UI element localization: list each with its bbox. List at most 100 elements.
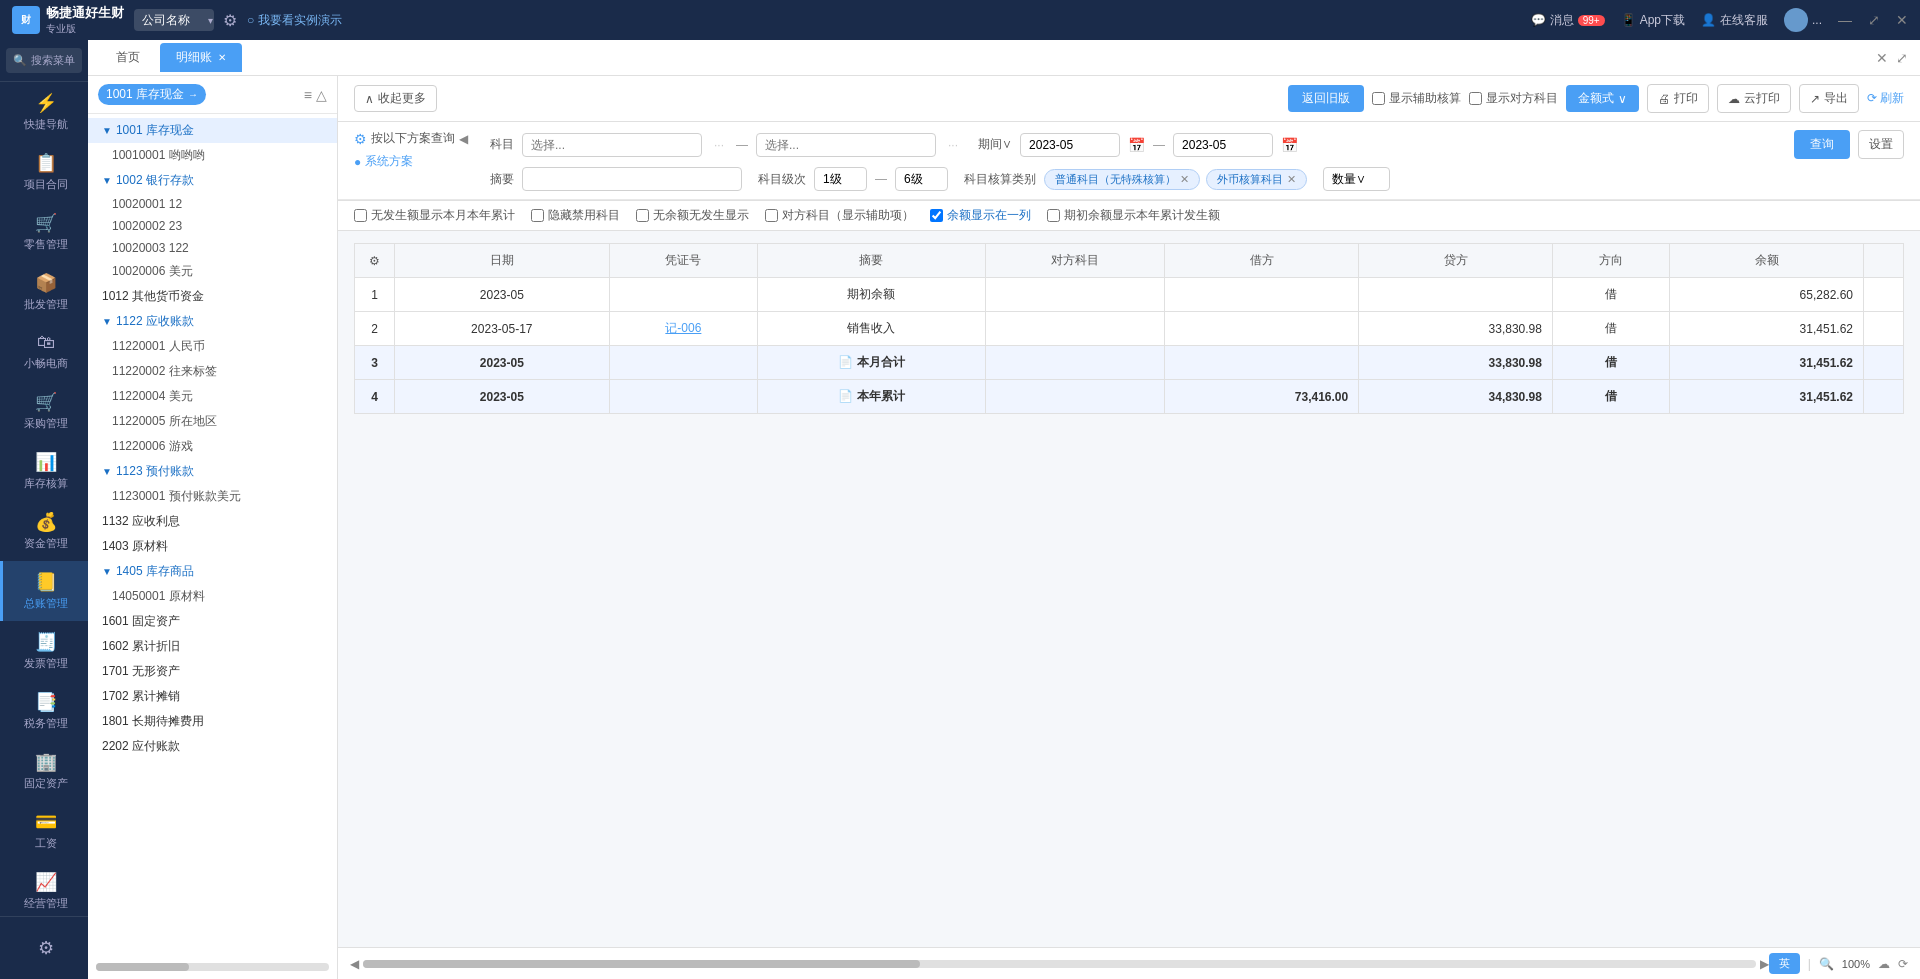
refresh-button[interactable]: ⟳ 刷新 xyxy=(1867,90,1904,107)
sidebar-item-invoice[interactable]: 🧾 发票管理 xyxy=(0,621,88,681)
subject-start-input[interactable] xyxy=(522,133,702,157)
sidebar-item-purchase[interactable]: 🛒 采购管理 xyxy=(0,381,88,441)
show-contra-checkbox[interactable] xyxy=(1469,92,1482,105)
tree-item-1403[interactable]: 1403 原材料 xyxy=(88,534,337,559)
tree-item-14050001[interactable]: 14050001 原材料 xyxy=(88,584,337,609)
sidebar-item-operations[interactable]: 📈 经营管理 xyxy=(0,861,88,916)
company-selector[interactable]: 公司名称 xyxy=(134,9,214,31)
tree-item-1601[interactable]: 1601 固定资产 xyxy=(88,609,337,634)
hide-disabled-checkbox[interactable] xyxy=(531,209,544,222)
global-settings-icon[interactable]: ⚙ xyxy=(223,11,237,30)
filter-tag-foreign-close[interactable]: ✕ xyxy=(1287,173,1296,186)
tree-item-1001[interactable]: ▼1001 库存现金 xyxy=(88,118,337,143)
scroll-right-icon[interactable]: ▶ xyxy=(1760,957,1769,971)
demo-link[interactable]: ○ 我要看实例演示 xyxy=(247,12,342,29)
subject-end-input[interactable] xyxy=(756,133,936,157)
tree-item-10020006[interactable]: 10020006 美元 xyxy=(88,259,337,284)
user-area[interactable]: ... xyxy=(1784,8,1822,32)
tree-item-10020001[interactable]: 10020001 12 xyxy=(88,193,337,215)
tree-item-1012[interactable]: 1012 其他货币资金 xyxy=(88,284,337,309)
tree-item-2202[interactable]: 2202 应付账款 xyxy=(88,734,337,759)
message-action[interactable]: 💬 消息 99+ xyxy=(1531,12,1605,29)
option-balance-one-col[interactable]: 余额显示在一列 xyxy=(930,207,1031,224)
cloud-icon[interactable]: ☁ xyxy=(1878,957,1890,971)
online-service-action[interactable]: 👤 在线客服 xyxy=(1701,12,1768,29)
currency-mode-button[interactable]: 金额式 ∨ xyxy=(1566,85,1639,112)
scrollbar-thumb[interactable] xyxy=(363,960,920,968)
tree-expand-button[interactable]: △ xyxy=(316,87,327,103)
window-maximize-button[interactable]: ⤢ xyxy=(1868,12,1880,28)
sidebar-item-project[interactable]: 📋 项目合同 xyxy=(0,142,88,202)
col-settings-header[interactable]: ⚙ xyxy=(355,244,395,278)
option-period-opening[interactable]: 期初余额显示本年累计发生额 xyxy=(1047,207,1220,224)
tab-bar-close-button[interactable]: ✕ xyxy=(1876,50,1888,66)
quantity-select[interactable]: 数量∨ xyxy=(1323,167,1390,191)
tree-item-1002[interactable]: ▼1002 银行存款 xyxy=(88,168,337,193)
filter-tag-normal-close[interactable]: ✕ xyxy=(1180,173,1189,186)
tab-ledger[interactable]: 明细账 ✕ xyxy=(160,43,242,72)
sidebar-item-wholesale[interactable]: 📦 批发管理 xyxy=(0,262,88,322)
tree-item-10010001[interactable]: 10010001 哟哟哟 xyxy=(88,143,337,168)
sidebar-item-salary[interactable]: 💳 工资 xyxy=(0,801,88,861)
account-badge[interactable]: 1001 库存现金 → xyxy=(98,84,206,105)
sidebar-item-retail[interactable]: 🛒 零售管理 xyxy=(0,202,88,262)
tree-item-1405[interactable]: ▼1405 库存商品 xyxy=(88,559,337,584)
app-download-action[interactable]: 📱 App下载 xyxy=(1621,12,1685,29)
sidebar-item-inventory[interactable]: 📊 库存核算 xyxy=(0,441,88,501)
level-end-select[interactable]: 6级1级2级 xyxy=(895,167,948,191)
bottom-scroll-area[interactable]: ◀ ▶ xyxy=(350,957,1769,971)
sidebar-item-ecommerce[interactable]: 🛍 小畅电商 xyxy=(0,322,88,381)
level-start-select[interactable]: 1级2级3级 xyxy=(814,167,867,191)
tree-item-1122[interactable]: ▼1122 应收账款 xyxy=(88,309,337,334)
cloud-sync-icon[interactable]: ⟳ xyxy=(1898,957,1908,971)
cloud-print-button[interactable]: ☁ 云打印 xyxy=(1717,84,1791,113)
filter-collapse-icon[interactable]: ◀ xyxy=(459,132,468,146)
return-old-version-button[interactable]: 返回旧版 xyxy=(1288,85,1364,112)
sidebar-item-quick-nav[interactable]: ⚡ 快捷导航 xyxy=(0,82,88,142)
search-menu-button[interactable]: 🔍 搜索菜单 xyxy=(6,48,82,73)
sidebar-item-assets[interactable]: 🏢 固定资产 xyxy=(0,741,88,801)
period-start-input[interactable] xyxy=(1020,133,1120,157)
window-minimize-button[interactable]: — xyxy=(1838,12,1852,28)
horizontal-scrollbar[interactable] xyxy=(363,960,1756,968)
tree-item-1132[interactable]: 1132 应收利息 xyxy=(88,509,337,534)
contra-checkbox[interactable] xyxy=(765,209,778,222)
tree-item-1702[interactable]: 1702 累计摊销 xyxy=(88,684,337,709)
option-contra[interactable]: 对方科目（显示辅助项） xyxy=(765,207,914,224)
tab-home[interactable]: 首页 xyxy=(100,43,156,72)
tree-item-10020003[interactable]: 10020003 122 xyxy=(88,237,337,259)
sidebar-item-finance[interactable]: 💰 资金管理 xyxy=(0,501,88,561)
account-badge-arrow[interactable]: → xyxy=(188,89,198,100)
tree-item-10020002[interactable]: 10020002 23 xyxy=(88,215,337,237)
summary-input[interactable] xyxy=(522,167,742,191)
tree-item-1701[interactable]: 1701 无形资产 xyxy=(88,659,337,684)
tree-item-1123[interactable]: ▼1123 预付账款 xyxy=(88,459,337,484)
period-end-calendar-icon[interactable]: 📅 xyxy=(1281,137,1298,153)
tab-bar-expand-button[interactable]: ⤢ xyxy=(1896,50,1908,66)
query-button[interactable]: 查询 xyxy=(1794,130,1850,159)
tree-item-11230001[interactable]: 11230001 预付账款美元 xyxy=(88,484,337,509)
balance-one-col-checkbox[interactable] xyxy=(930,209,943,222)
tree-item-11220005[interactable]: 11220005 所在地区 xyxy=(88,409,337,434)
no-balance-checkbox[interactable] xyxy=(636,209,649,222)
tree-item-11220006[interactable]: 11220006 游戏 xyxy=(88,434,337,459)
show-aux-checkbox[interactable] xyxy=(1372,92,1385,105)
zoom-icon[interactable]: 🔍 xyxy=(1819,957,1834,971)
option-no-occurrence[interactable]: 无发生额显示本月本年累计 xyxy=(354,207,515,224)
cell-voucher-1[interactable]: 记-006 xyxy=(609,312,758,346)
option-no-balance[interactable]: 无余额无发生显示 xyxy=(636,207,749,224)
tree-horizontal-scroll[interactable] xyxy=(88,959,337,979)
scroll-left-icon[interactable]: ◀ xyxy=(350,957,359,971)
system-scheme[interactable]: ● 系统方案 xyxy=(354,153,474,170)
tree-list-view-button[interactable]: ≡ xyxy=(304,87,312,103)
period-end-input[interactable] xyxy=(1173,133,1273,157)
no-occurrence-checkbox[interactable] xyxy=(354,209,367,222)
tree-item-11220002[interactable]: 11220002 往来标签 xyxy=(88,359,337,384)
export-button[interactable]: ↗ 导出 xyxy=(1799,84,1859,113)
print-button[interactable]: 🖨 打印 xyxy=(1647,84,1709,113)
period-start-calendar-icon[interactable]: 📅 xyxy=(1128,137,1145,153)
tree-item-11220001[interactable]: 11220001 人民币 xyxy=(88,334,337,359)
tree-item-1602[interactable]: 1602 累计折旧 xyxy=(88,634,337,659)
sidebar-item-accounting[interactable]: 📒 总账管理 xyxy=(0,561,88,621)
sidebar-item-tax[interactable]: 📑 税务管理 xyxy=(0,681,88,741)
